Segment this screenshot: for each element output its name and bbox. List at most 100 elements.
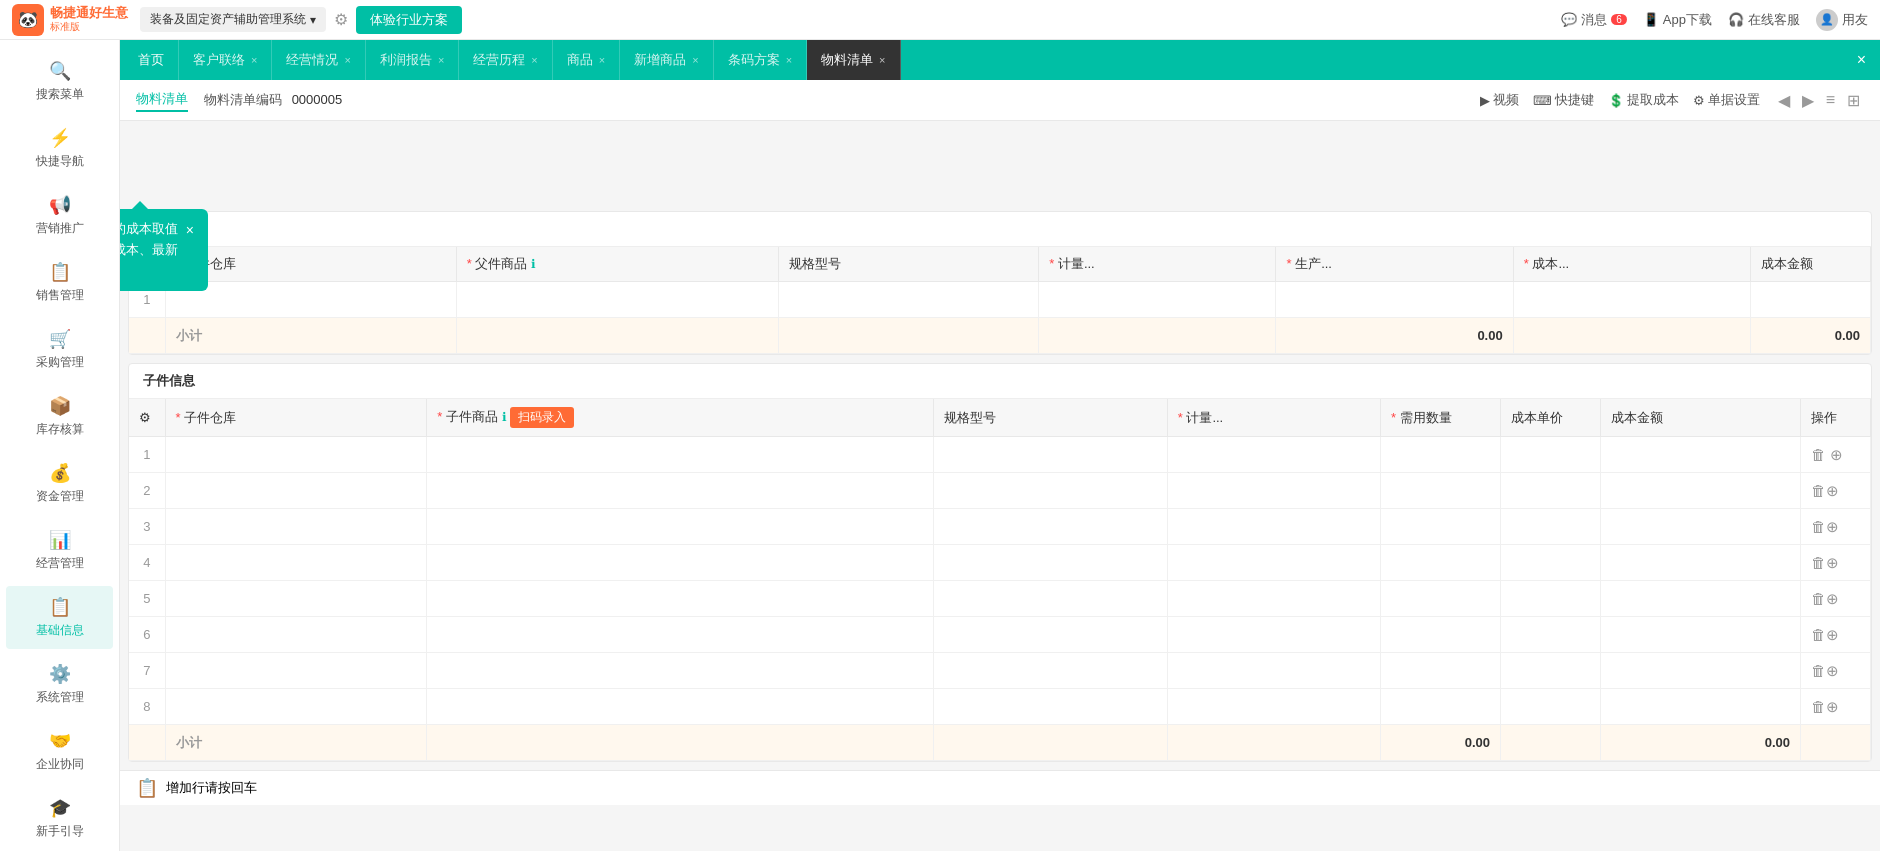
view-action[interactable]: ▶ 视频 [1480,91,1519,109]
shortcut-action[interactable]: ⌨ 快捷键 [1533,91,1594,109]
close-history-tab[interactable]: × [531,54,537,66]
sidebar-item-sales[interactable]: 📋 销售管理 [6,251,113,314]
child-warehouse-1[interactable] [165,437,427,473]
delete-icon[interactable]: 🗑 [1811,482,1826,499]
try-industry-button[interactable]: 体验行业方案 [356,6,462,34]
sidebar-item-base[interactable]: 📋 基础信息 [6,586,113,649]
sidebar-label-collab: 企业协同 [36,756,84,773]
close-new-goods-tab[interactable]: × [692,54,698,66]
close-all-tabs-button[interactable]: × [1847,51,1876,69]
brand-logo: 🐼 畅捷通好生意 标准版 [12,4,132,36]
sidebar-item-search[interactable]: 🔍 搜索菜单 [6,50,113,113]
sidebar-label-sales: 销售管理 [36,287,84,304]
delete-icon[interactable]: 🗑 [1811,518,1826,535]
grid-icon[interactable]: ≡ [1822,89,1839,111]
parent-col-goods: * 父件商品 ℹ [456,247,778,282]
user-menu[interactable]: 👤 用友 [1816,9,1868,31]
next-icon[interactable]: ▶ [1798,89,1818,112]
add-row-icon[interactable]: 📋 [136,777,158,799]
delete-icon[interactable]: 🗑 [1811,626,1826,643]
delete-icon[interactable]: 🗑 [1811,446,1826,463]
child-spec-1[interactable] [933,437,1167,473]
sidebar-item-inventory[interactable]: 📦 库存核算 [6,385,113,448]
copy-icon[interactable]: ⊕ [1826,626,1839,643]
parent-subtotal-amount: 0.00 [1751,318,1871,354]
parent-unit-cell[interactable] [1039,282,1276,318]
sub-tab-code[interactable]: 物料清单编码 0000005 [204,89,342,111]
delete-icon[interactable]: 🗑 [1811,698,1826,715]
sidebar-item-marketing[interactable]: 📢 营销推广 [6,184,113,247]
delete-icon[interactable]: 🗑 [1811,662,1826,679]
parent-cost-cell[interactable] [1513,282,1750,318]
copy-icon[interactable]: ⊕ [1826,482,1839,499]
close-barcode-tab[interactable]: × [786,54,792,66]
sidebar-item-guide[interactable]: 🎓 新手引导 [6,787,113,850]
tab-profit[interactable]: 利润报告 × [366,40,459,80]
copy-icon[interactable]: ⊕ [1826,698,1839,715]
scan-input-button[interactable]: 扫码录入 [510,407,574,428]
copy-icon[interactable]: ⊕ [1830,446,1843,463]
delete-icon[interactable]: 🗑 [1811,554,1826,571]
parent-warehouse-cell[interactable] [165,282,456,318]
delete-icon[interactable]: 🗑 [1811,590,1826,607]
extract-cost-action[interactable]: 💲 提取成本 [1608,91,1679,109]
child-col-quantity: * 需用数量 [1381,399,1501,437]
sidebar-label-search: 搜索菜单 [36,86,84,103]
tab-new-goods[interactable]: 新增商品 × [620,40,713,80]
child-col-settings[interactable]: ⚙ [129,399,165,437]
tab-history[interactable]: 经营历程 × [459,40,552,80]
tab-home[interactable]: 首页 [124,40,179,80]
child-action-1: 🗑 ⊕ [1801,437,1871,473]
parent-spec-cell[interactable] [778,282,1038,318]
sidebar-label-quicknav: 快捷导航 [36,153,84,170]
sidebar-label-base: 基础信息 [36,622,84,639]
sidebar-item-quicknav[interactable]: ⚡ 快捷导航 [6,117,113,180]
parent-production-cell[interactable] [1276,282,1513,318]
child-col-goods: * 子件商品 ℹ 扫码录入 [427,399,933,437]
tab-operations[interactable]: 经营情况 × [272,40,365,80]
close-goods-tab[interactable]: × [599,54,605,66]
tooltip-close-button[interactable]: × [186,219,194,241]
child-unit-1[interactable] [1167,437,1380,473]
sidebar-label-inventory: 库存核算 [36,421,84,438]
single-setting-action[interactable]: ⚙ 单据设置 [1693,91,1760,109]
sidebar-item-purchase[interactable]: 🛒 采购管理 [6,318,113,381]
child-section-title: 子件信息 [129,364,1871,399]
parent-col-spec: 规格型号 [778,247,1038,282]
sidebar-item-finance[interactable]: 💰 资金管理 [6,452,113,515]
nav-tabs: 首页 客户联络 × 经营情况 × 利润报告 × 经营历程 × 商品 × [120,40,1880,80]
copy-icon[interactable]: ⊕ [1826,662,1839,679]
system-selector[interactable]: 装备及固定资产辅助管理系统 ▾ [140,7,326,32]
tab-barcode[interactable]: 条码方案 × [714,40,807,80]
child-unit-cost-1[interactable] [1501,437,1601,473]
cart-icon: 🛒 [49,328,71,350]
copy-icon[interactable]: ⊕ [1826,590,1839,607]
close-bom-tab[interactable]: × [879,54,885,66]
sub-tab-list[interactable]: 物料清单 [136,88,188,112]
copy-icon[interactable]: ⊕ [1826,518,1839,535]
expand-icon[interactable]: ⊞ [1843,89,1864,112]
tab-bom[interactable]: 物料清单 × [807,40,900,80]
sidebar-item-operations[interactable]: 📊 经营管理 [6,519,113,582]
tab-goods[interactable]: 商品 × [553,40,620,80]
parent-subtotal-label: 小计 [165,318,456,354]
sidebar-item-system[interactable]: ⚙️ 系统管理 [6,653,113,716]
message-button[interactable]: 💬 消息 6 [1561,11,1627,29]
parent-goods-cell[interactable] [456,282,778,318]
child-goods-1[interactable] [427,437,933,473]
prev-icon[interactable]: ◀ [1774,89,1794,112]
gear-icon[interactable]: ⚙ [334,10,348,29]
close-customer-tab[interactable]: × [251,54,257,66]
child-table: ⚙ * 子件仓库 * 子件商品 ℹ 扫码录入 规格型号 * 计量... * 需用… [129,399,1871,761]
lightning-icon: ⚡ [49,127,71,149]
close-profit-tab[interactable]: × [438,54,444,66]
sidebar-item-collab[interactable]: 🤝 企业协同 [6,720,113,783]
app-download-button[interactable]: 📱 App下载 [1643,11,1712,29]
online-service-button[interactable]: 🎧 在线客服 [1728,11,1800,29]
copy-icon[interactable]: ⊕ [1826,554,1839,571]
child-subtotal-qty: 0.00 [1381,725,1501,761]
chevron-down-icon: ▾ [310,13,316,27]
close-operations-tab[interactable]: × [344,54,350,66]
child-qty-1[interactable] [1381,437,1501,473]
tab-customer[interactable]: 客户联络 × [179,40,272,80]
